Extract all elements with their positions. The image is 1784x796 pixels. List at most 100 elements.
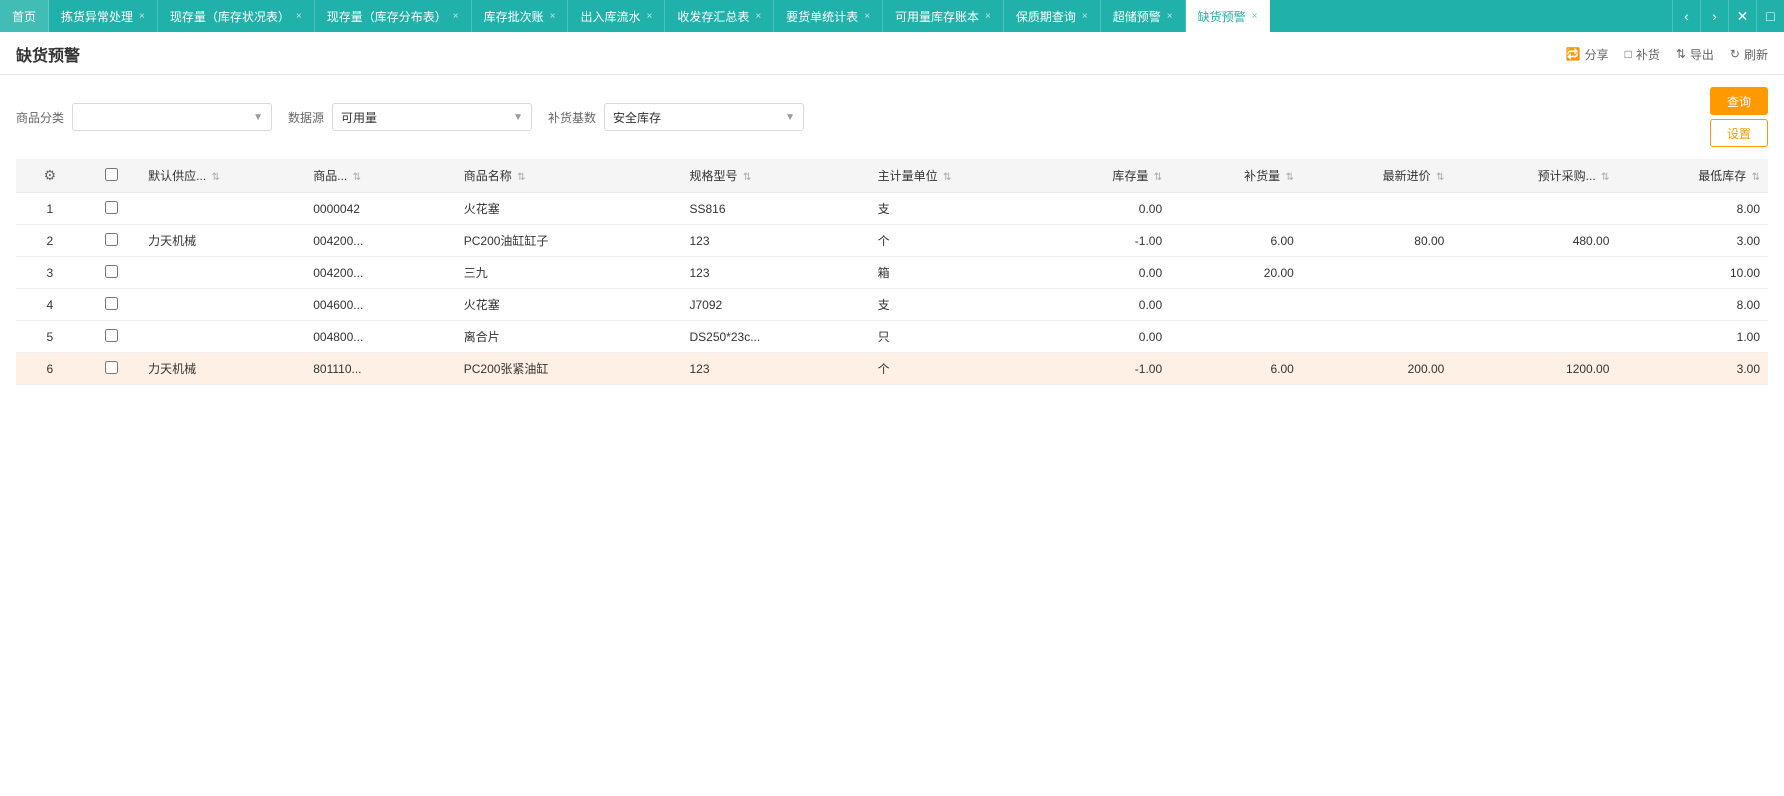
col-spec-header[interactable]: 规格型号 ⇅ <box>681 159 869 193</box>
row-replenish: 6.00 <box>1170 353 1302 385</box>
row-select-checkbox[interactable] <box>105 233 118 246</box>
row-sku: 004800... <box>305 321 456 353</box>
share-btn[interactable]: 🔁 分享 <box>1566 46 1609 63</box>
datasource-filter-group: 数据源 可用量 ▼ <box>288 103 532 131</box>
category-dropdown-icon: ▼ <box>253 112 263 123</box>
col-price-header[interactable]: 最新进价 ⇅ <box>1302 159 1453 193</box>
spec-sort-icon: ⇅ <box>743 172 751 183</box>
nav-tab-inout-flow[interactable]: 出入库流水× <box>568 0 665 32</box>
row-checkbox-cell[interactable] <box>84 321 140 353</box>
datasource-select[interactable]: 可用量 ▼ <box>332 103 532 131</box>
row-spec: J7092 <box>681 289 869 321</box>
datasource-value: 可用量 <box>341 109 377 126</box>
row-est-purchase <box>1452 257 1617 289</box>
row-checkbox-cell[interactable] <box>84 193 140 225</box>
close-tab-batch-account[interactable]: × <box>550 11 556 22</box>
col-sku-header[interactable]: 商品... ⇅ <box>305 159 456 193</box>
nav-close-btn[interactable]: ✕ <box>1728 0 1756 32</box>
nav-maximize-btn[interactable]: □ <box>1756 0 1784 32</box>
col-est-header[interactable]: 预计采购... ⇅ <box>1452 159 1617 193</box>
col-select-all[interactable] <box>84 159 140 193</box>
close-tab-order-stats[interactable]: × <box>864 11 870 22</box>
row-replenish <box>1170 321 1302 353</box>
row-select-checkbox[interactable] <box>105 297 118 310</box>
replenish-btn[interactable]: □ 补货 <box>1625 46 1660 63</box>
col-supplier-header[interactable]: 默认供应... ⇅ <box>140 159 305 193</box>
row-est-purchase: 480.00 <box>1452 225 1617 257</box>
replenish-base-select[interactable]: 安全库存 ▼ <box>604 103 804 131</box>
nav-prev-btn[interactable]: ‹ <box>1672 0 1700 32</box>
top-nav: 首页拣货异常处理×现存量（库存状况表）×现存量（库存分布表）×库存批次账×出入库… <box>0 0 1784 32</box>
row-checkbox-cell[interactable] <box>84 289 140 321</box>
col-min-stock-header[interactable]: 最低库存 ⇅ <box>1617 159 1768 193</box>
row-supplier: 力天机械 <box>140 353 305 385</box>
table-header-row: ⚙ 默认供应... ⇅ 商品... ⇅ 商品名称 ⇅ <box>16 159 1768 193</box>
row-select-checkbox[interactable] <box>105 201 118 214</box>
row-spec: 123 <box>681 353 869 385</box>
close-tab-expiry-query[interactable]: × <box>1082 11 1088 22</box>
table-body: 1 0000042 火花塞 SS816 支 0.00 8.00 2 力天机械 0… <box>16 193 1768 385</box>
table-container: ⚙ 默认供应... ⇅ 商品... ⇅ 商品名称 ⇅ <box>0 159 1784 385</box>
close-tab-shortage[interactable]: × <box>1252 11 1258 22</box>
close-tab-overstock[interactable]: × <box>1167 11 1173 22</box>
header-actions: 🔁 分享 □ 补货 ⇅ 导出 ↻ 刷新 <box>1566 46 1768 63</box>
row-checkbox-cell[interactable] <box>84 225 140 257</box>
close-tab-inventory-status[interactable]: × <box>296 11 302 22</box>
gear-icon[interactable]: ⚙ <box>44 167 57 183</box>
select-all-checkbox[interactable] <box>105 168 118 181</box>
row-name: 离合片 <box>456 321 682 353</box>
nav-tab-avail-ledger[interactable]: 可用量库存账本× <box>883 0 1004 32</box>
replenish-icon: □ <box>1625 47 1632 61</box>
row-supplier: 力天机械 <box>140 225 305 257</box>
col-name-header[interactable]: 商品名称 ⇅ <box>456 159 682 193</box>
row-est-purchase <box>1452 193 1617 225</box>
row-est-purchase: 1200.00 <box>1452 353 1617 385</box>
row-stock: -1.00 <box>1038 353 1170 385</box>
row-checkbox-cell[interactable] <box>84 353 140 385</box>
nav-tab-stock-exception[interactable]: 拣货异常处理× <box>49 0 158 32</box>
price-sort-icon: ⇅ <box>1436 172 1444 183</box>
close-tab-inout-flow[interactable]: × <box>646 11 652 22</box>
replenish-base-filter-group: 补货基数 安全库存 ▼ <box>548 103 804 131</box>
page-title: 缺货预警 <box>16 42 80 66</box>
filter-bar: 商品分类 ▼ 数据源 可用量 ▼ 补货基数 安全库存 ▼ 查询 设置 <box>0 75 1784 159</box>
row-stock: 0.00 <box>1038 193 1170 225</box>
category-select[interactable]: ▼ <box>72 103 272 131</box>
nav-tab-home[interactable]: 首页 <box>0 0 49 32</box>
row-checkbox-cell[interactable] <box>84 257 140 289</box>
col-stock-header[interactable]: 库存量 ⇅ <box>1038 159 1170 193</box>
close-tab-stock-exception[interactable]: × <box>139 11 145 22</box>
export-btn[interactable]: ⇅ 导出 <box>1676 46 1714 63</box>
nav-tab-batch-account[interactable]: 库存批次账× <box>472 0 569 32</box>
replenish-sort-icon: ⇅ <box>1285 172 1293 183</box>
row-replenish: 6.00 <box>1170 225 1302 257</box>
nav-tab-recv-summary[interactable]: 收发存汇总表× <box>665 0 774 32</box>
nav-tab-shortage[interactable]: 缺货预警× <box>1186 0 1271 32</box>
row-replenish <box>1170 289 1302 321</box>
refresh-btn[interactable]: ↻ 刷新 <box>1730 46 1768 63</box>
col-gear[interactable]: ⚙ <box>16 159 84 193</box>
row-select-checkbox[interactable] <box>105 361 118 374</box>
nav-tab-overstock[interactable]: 超储预警× <box>1101 0 1186 32</box>
nav-tab-inventory-dist[interactable]: 现存量（库存分布表）× <box>315 0 472 32</box>
close-tab-recv-summary[interactable]: × <box>755 11 761 22</box>
nav-tab-expiry-query[interactable]: 保质期查询× <box>1004 0 1101 32</box>
row-index: 1 <box>16 193 84 225</box>
row-stock: 0.00 <box>1038 257 1170 289</box>
replenish-base-value: 安全库存 <box>613 109 661 126</box>
row-est-purchase <box>1452 321 1617 353</box>
settings-button[interactable]: 设置 <box>1710 119 1768 147</box>
nav-tab-inventory-status[interactable]: 现存量（库存状况表）× <box>158 0 315 32</box>
row-latest-price <box>1302 289 1453 321</box>
row-supplier <box>140 193 305 225</box>
col-replenish-header[interactable]: 补货量 ⇅ <box>1170 159 1302 193</box>
close-tab-inventory-dist[interactable]: × <box>453 11 459 22</box>
nav-tab-order-stats[interactable]: 要货单统计表× <box>774 0 883 32</box>
row-min-stock: 1.00 <box>1617 321 1768 353</box>
col-unit-header[interactable]: 主计量单位 ⇅ <box>870 159 1039 193</box>
query-button[interactable]: 查询 <box>1710 87 1768 115</box>
row-select-checkbox[interactable] <box>105 265 118 278</box>
close-tab-avail-ledger[interactable]: × <box>985 11 991 22</box>
nav-next-btn[interactable]: › <box>1700 0 1728 32</box>
row-select-checkbox[interactable] <box>105 329 118 342</box>
